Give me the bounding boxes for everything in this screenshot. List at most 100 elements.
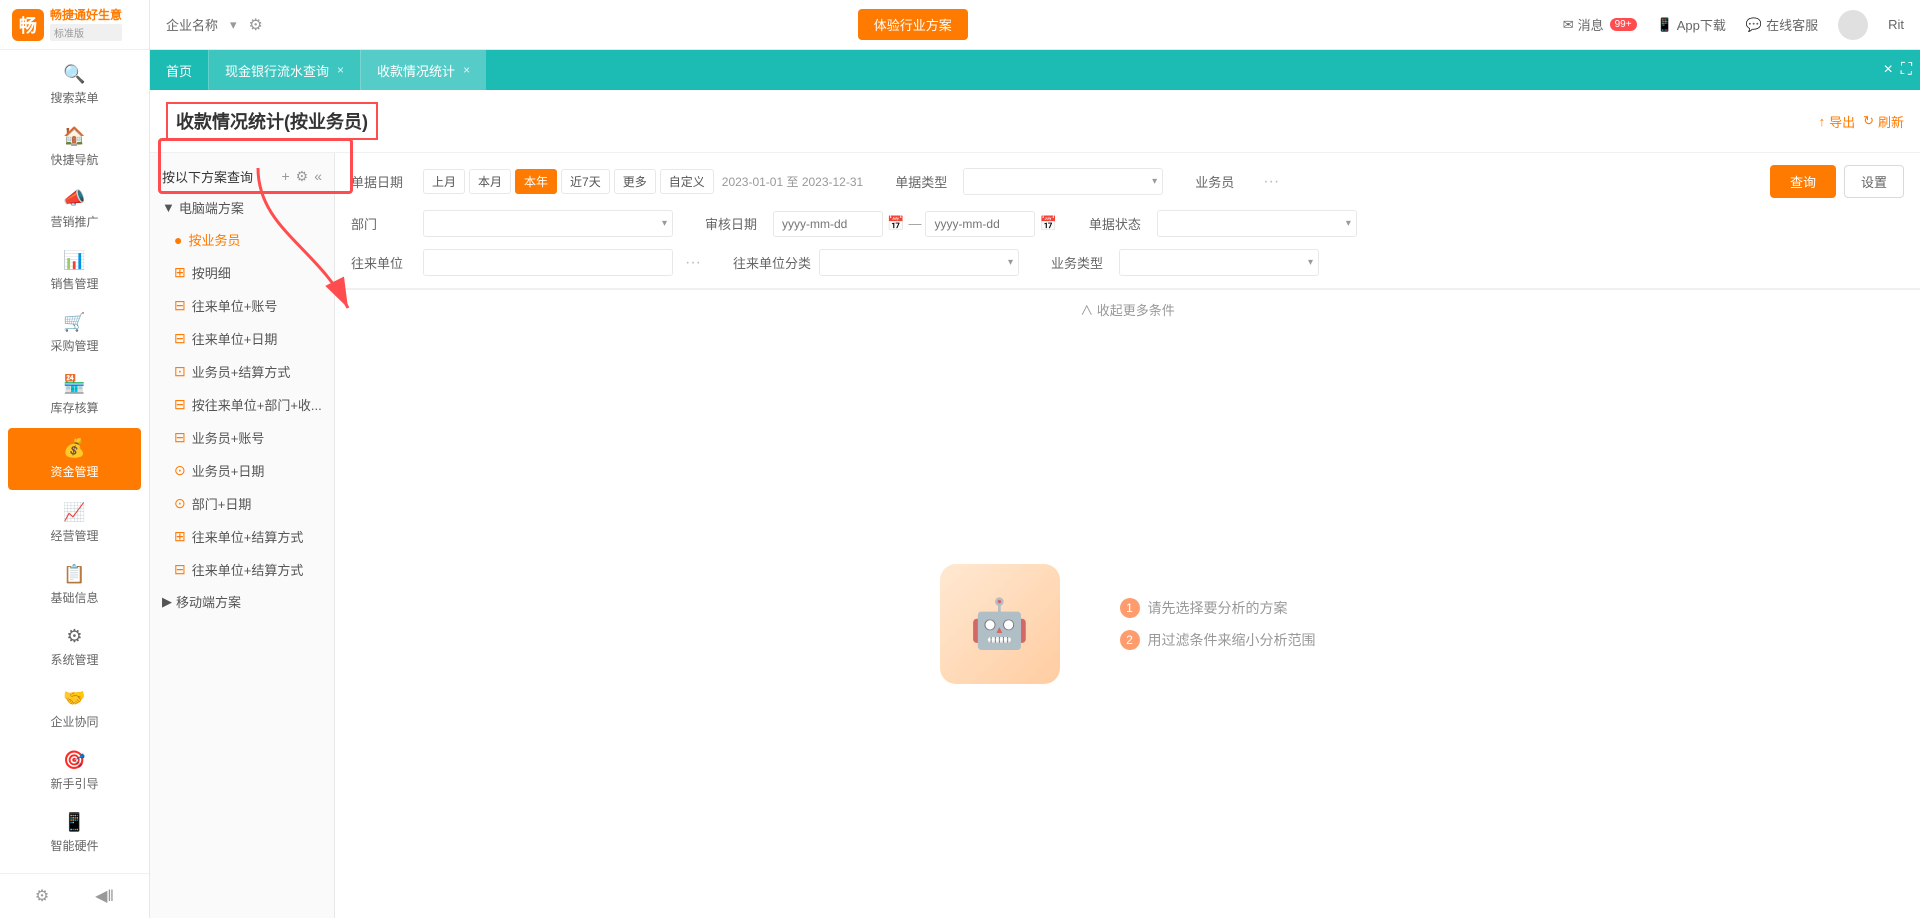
voucher-type-select[interactable] (963, 168, 1163, 195)
bank-tab-close[interactable]: × (337, 63, 344, 77)
collapse-bar[interactable]: ∧ 收起更多条件 (335, 289, 1920, 329)
collapse-sidebar-btn[interactable]: ◀‖ (95, 886, 114, 906)
refresh-btn[interactable]: ↻ 刷新 (1863, 112, 1904, 131)
tab-home[interactable]: 首页 (150, 50, 208, 90)
tab-maximize-btn[interactable]: ⛶ (1901, 61, 1912, 79)
customer-ellipsis[interactable]: ··· (685, 254, 701, 272)
voucher-status-select[interactable] (1157, 210, 1357, 237)
schema-settings-btn[interactable]: ⚙ (296, 168, 309, 185)
desktop-group-chevron: ▼ (162, 200, 175, 215)
app-download-btn[interactable]: 📱 App下载 (1657, 15, 1726, 34)
export-label: 导出 (1829, 112, 1855, 131)
receipt-tab-close[interactable]: × (463, 63, 470, 77)
schema-item-dept-date[interactable]: ⊙ 部门+日期 (150, 487, 334, 520)
biz-type-select[interactable] (1119, 249, 1319, 276)
system-icon: ⚙ (66, 626, 82, 647)
dept-date-icon: ⊙ (174, 495, 186, 512)
schema-item-unit-date[interactable]: ⊟ 往来单位+日期 (150, 322, 334, 355)
settings-bottom-btn[interactable]: ⚙ (35, 886, 49, 906)
tab-bank[interactable]: 现金银行流水查询 × (208, 50, 360, 90)
online-service-btn[interactable]: 💬 在线客服 (1746, 15, 1818, 34)
review-date-label: 审核日期 (705, 214, 765, 233)
schema-item-salesperson-account[interactable]: ⊟ 业务员+账号 (150, 421, 334, 454)
page-header: 收款情况统计(按业务员) ↑ 导出 ↻ 刷新 (150, 90, 1920, 153)
sidebar-item-enterprise[interactable]: 🤝 企业协同 (0, 678, 149, 740)
date-btn-last7[interactable]: 近7天 (561, 169, 610, 194)
sidebar-item-purchase[interactable]: 🛒 采购管理 (0, 302, 149, 364)
messages-btn[interactable]: ✉ 消息 99+ (1563, 15, 1637, 34)
schema-item-salesperson-date[interactable]: ⊙ 业务员+日期 (150, 454, 334, 487)
review-date-start[interactable] (773, 211, 883, 237)
add-schema-btn[interactable]: + (281, 168, 289, 185)
salesperson-account-icon: ⊟ (174, 429, 186, 446)
home-tab-label: 首页 (166, 61, 192, 80)
review-start-cal-icon[interactable]: 📅 (887, 215, 904, 232)
sidebar-item-sales[interactable]: 📊 销售管理 (0, 240, 149, 302)
schema-item-unit-account[interactable]: ⊟ 往来单位+账号 (150, 289, 334, 322)
trial-button[interactable]: 体验行业方案 (858, 9, 968, 40)
customer-select[interactable] (423, 249, 673, 276)
date-btn-more[interactable]: 更多 (614, 169, 656, 194)
user-avatar[interactable] (1838, 10, 1868, 40)
unit-dept-collect-label: 按往来单位+部门+收... (192, 395, 322, 414)
schema-item-by-salesperson[interactable]: ● 按业务员 (150, 223, 334, 256)
dept-select[interactable] (423, 210, 673, 237)
sidebar-item-guide[interactable]: 🎯 新手引导 (0, 740, 149, 802)
purchase-icon: 🛒 (63, 312, 85, 333)
collapse-panel-btn[interactable]: « (314, 168, 322, 185)
inventory-icon: 🏪 (63, 374, 85, 395)
empty-illustration: 🤖 (940, 564, 1060, 684)
review-date-end[interactable] (925, 211, 1035, 237)
sidebar-item-wechat[interactable]: 💬 企业微信 (0, 864, 149, 873)
export-btn[interactable]: ↑ 导出 (1819, 112, 1856, 131)
sidebar-item-basic[interactable]: 📋 基础信息 (0, 554, 149, 616)
finance-icon: 💰 (63, 438, 85, 459)
schema-item-unit-settle2[interactable]: ⊟ 往来单位+结算方式 (150, 553, 334, 586)
schema-item-salesperson-settle[interactable]: ⊡ 业务员+结算方式 (150, 355, 334, 388)
tab-receipt[interactable]: 收款情况统计 × (360, 50, 486, 90)
sidebar-item-operation[interactable]: 📈 经营管理 (0, 492, 149, 554)
empty-state-area: 🤖 1 请先选择要分析的方案 2 用过滤条件来缩小分析范围 (335, 329, 1920, 918)
salesperson-account-label: 业务员+账号 (192, 428, 265, 447)
date-btn-this-year[interactable]: 本年 (515, 169, 557, 194)
logo-area: 畅 畅捷通好生意 标准版 (0, 0, 149, 50)
review-end-cal-icon[interactable]: 📅 (1039, 215, 1056, 232)
top-bar: 企业名称 ▾ ⚙ 体验行业方案 ✉ 消息 99+ 📱 App下载 💬 (150, 0, 1920, 50)
sidebar-item-system[interactable]: ⚙ 系统管理 (0, 616, 149, 678)
schema-item-by-detail[interactable]: ⊞ 按明细 (150, 256, 334, 289)
salesperson-ellipsis[interactable]: ··· (1263, 173, 1279, 191)
trial-btn[interactable]: 体验行业方案 (858, 9, 968, 40)
customer-cat-select[interactable] (819, 249, 1019, 276)
schema-group-desktop-title[interactable]: ▼ 电脑端方案 (150, 192, 334, 223)
dropdown-icon[interactable]: ▾ (230, 17, 237, 33)
sidebar-label-inventory: 库存核算 (50, 399, 98, 416)
setting-btn[interactable]: 设置 (1844, 165, 1904, 198)
detail-item-icon: ⊞ (174, 264, 186, 281)
hint-text-1: 请先选择要分析的方案 (1148, 598, 1288, 618)
schema-item-unit-dept-collect[interactable]: ⊟ 按往来单位+部门+收... (150, 388, 334, 421)
sidebar-label-marketing: 营销推广 (50, 213, 98, 230)
date-btn-custom[interactable]: 自定义 (660, 169, 714, 194)
unit-account-label: 往来单位+账号 (192, 296, 278, 315)
sidebar-label-finance: 资金管理 (50, 463, 98, 480)
salesperson-settle-icon: ⊡ (174, 363, 186, 380)
user-name[interactable]: Rit (1888, 17, 1904, 32)
basic-icon: 📋 (63, 564, 85, 585)
date-btn-this-month[interactable]: 本月 (469, 169, 511, 194)
query-btn[interactable]: 查询 (1770, 165, 1836, 198)
unit-settle2-label: 往来单位+结算方式 (192, 560, 304, 579)
sidebar-item-search[interactable]: 🔍 搜索菜单 (0, 54, 149, 116)
schema-item-unit-settle1[interactable]: ⊞ 往来单位+结算方式 (150, 520, 334, 553)
sidebar-label-search: 搜索菜单 (50, 89, 98, 106)
date-btn-last-month[interactable]: 上月 (423, 169, 465, 194)
settings-icon[interactable]: ⚙ (249, 15, 263, 35)
tab-close-all-btn[interactable]: × (1883, 61, 1892, 79)
sidebar-item-hardware[interactable]: 📱 智能硬件 (0, 802, 149, 864)
sidebar-item-finance[interactable]: 💰 资金管理 (8, 428, 141, 490)
sidebar-item-quicknav[interactable]: 🏠 快捷导航 (0, 116, 149, 178)
sidebar-item-marketing[interactable]: 📣 营销推广 (0, 178, 149, 240)
export-icon: ↑ (1819, 114, 1826, 129)
schema-group-mobile-title[interactable]: ▶ 移动端方案 (150, 586, 334, 617)
customer-cat-label: 往来单位分类 (733, 253, 811, 272)
sidebar-item-inventory[interactable]: 🏪 库存核算 (0, 364, 149, 426)
